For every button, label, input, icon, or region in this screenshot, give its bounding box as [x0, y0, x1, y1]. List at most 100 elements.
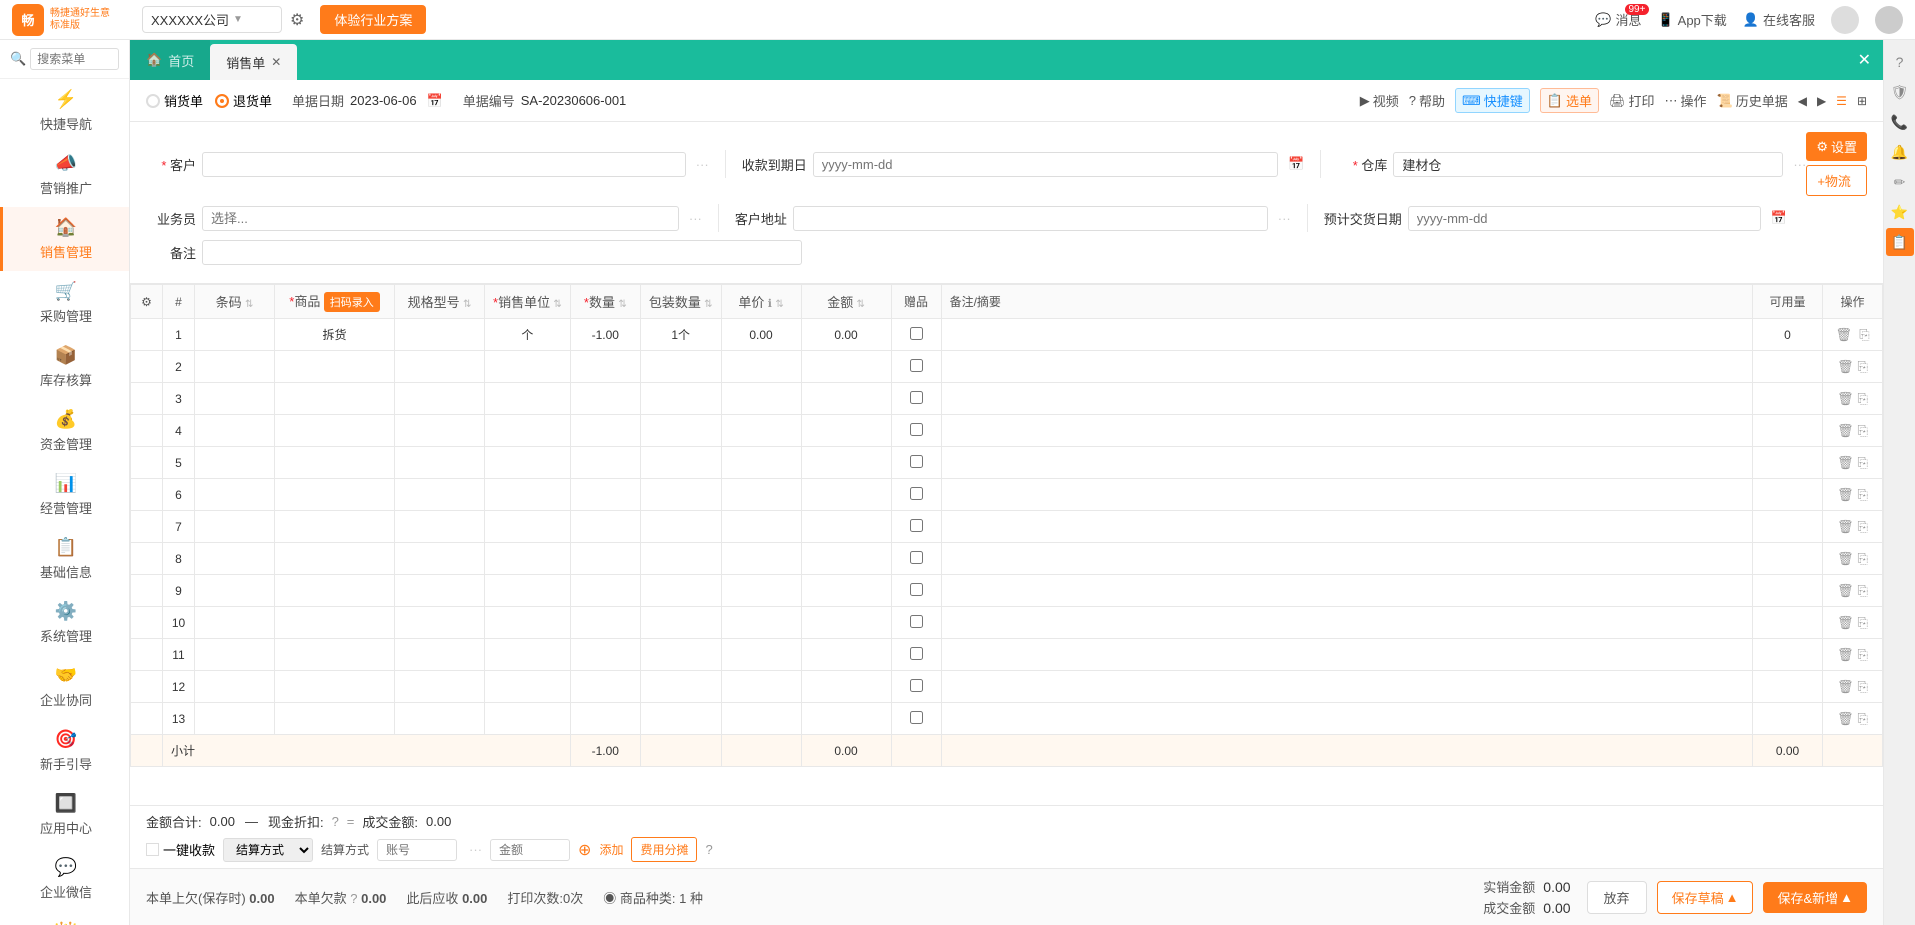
add-circle-icon[interactable]: ⊕: [578, 840, 591, 860]
gift-checkbox[interactable]: [910, 615, 923, 628]
sort-pkg-icon[interactable]: ⇅: [704, 299, 712, 310]
expense-button[interactable]: 费用分摊: [631, 837, 697, 862]
sidebar-item-wechat[interactable]: 💬 企业微信: [0, 847, 129, 911]
customer-dots[interactable]: ···: [696, 157, 709, 172]
copy-icon[interactable]: ⎘: [1858, 391, 1868, 406]
copy-icon[interactable]: ⎘: [1858, 455, 1868, 470]
salesperson-input[interactable]: [202, 206, 679, 231]
scan-button[interactable]: 扫码录入: [324, 292, 380, 312]
settings-button[interactable]: ⚙ 设置: [1806, 132, 1867, 161]
customer-input[interactable]: [202, 152, 686, 177]
delete-icon[interactable]: 🗑: [1837, 423, 1854, 438]
gift-checkbox[interactable]: [910, 455, 923, 468]
toolbar-list-view[interactable]: ☰: [1836, 94, 1847, 108]
copy-icon[interactable]: ⎘: [1858, 359, 1868, 374]
payment-date-input[interactable]: [813, 152, 1279, 177]
gift-checkbox[interactable]: [910, 679, 923, 692]
sort-price-icon[interactable]: ⇅: [775, 299, 783, 310]
sidebar-item-member[interactable]: 👑 畅会员: [0, 911, 129, 925]
tab-sales-order[interactable]: 销售单 ✕: [210, 44, 297, 80]
cell-unit-1[interactable]: 个: [485, 319, 571, 351]
save-draft-button[interactable]: 保存草稿 ▲: [1657, 881, 1754, 914]
sidebar-item-purchase[interactable]: 🛒 采购管理: [0, 271, 129, 335]
sidebar-item-inventory[interactable]: 📦 库存核算: [0, 335, 129, 399]
cell-pkg-1[interactable]: 1个: [640, 319, 721, 351]
copy-icon[interactable]: ⎘: [1858, 551, 1868, 566]
product-type-icon[interactable]: ◉: [603, 891, 616, 906]
toolbar-operate[interactable]: ⋯ 操作: [1664, 91, 1706, 110]
gift-checkbox[interactable]: [910, 711, 923, 724]
online-service-item[interactable]: 👤 在线客服: [1743, 10, 1815, 29]
sort-qty-icon[interactable]: ⇅: [618, 299, 626, 310]
copy-icon-1[interactable]: ⎘: [1859, 327, 1869, 342]
cell-product-1[interactable]: 拆货: [275, 319, 395, 351]
delete-icon-1[interactable]: 🗑: [1835, 327, 1852, 342]
payment-checkbox-label[interactable]: 一键收款: [146, 840, 215, 859]
cell-amount-1[interactable]: 0.00: [801, 319, 891, 351]
right-panel-phone[interactable]: 📞: [1886, 108, 1914, 136]
tab-home[interactable]: 🏠 首页: [130, 40, 210, 80]
sidebar-item-apps[interactable]: 🔲 应用中心: [0, 783, 129, 847]
gift-checkbox[interactable]: [910, 487, 923, 500]
delete-icon[interactable]: 🗑: [1837, 615, 1854, 630]
payment-calendar-icon[interactable]: 📅: [1288, 156, 1304, 172]
toolbar-next[interactable]: ▶: [1817, 94, 1826, 108]
payment-account-input[interactable]: [377, 839, 457, 861]
copy-icon[interactable]: ⎘: [1858, 519, 1868, 534]
delete-icon[interactable]: 🗑: [1837, 519, 1854, 534]
sort-amount-icon[interactable]: ⇅: [857, 299, 865, 310]
gift-checkbox[interactable]: [910, 519, 923, 532]
address-dots[interactable]: ···: [1278, 211, 1291, 226]
message-item[interactable]: 💬 消息 99+: [1595, 10, 1641, 29]
toolbar-help[interactable]: ? 帮助: [1409, 91, 1445, 110]
copy-icon[interactable]: ⎘: [1858, 487, 1868, 502]
sidebar-item-finance[interactable]: 💰 资金管理: [0, 399, 129, 463]
right-panel-star[interactable]: ⭐: [1886, 198, 1914, 226]
sidebar-item-system[interactable]: ⚙️ 系统管理: [0, 591, 129, 655]
avatar-2[interactable]: [1875, 6, 1903, 34]
gift-checkbox-1[interactable]: [910, 327, 923, 340]
app-download-item[interactable]: 📱 App下载: [1657, 10, 1726, 29]
delete-icon[interactable]: 🗑: [1837, 679, 1854, 694]
avatar[interactable]: [1831, 6, 1859, 34]
expense-help-icon[interactable]: ?: [705, 842, 712, 857]
payment-method-select[interactable]: 结算方式: [223, 838, 313, 862]
sort-unit-icon[interactable]: ⇅: [553, 299, 561, 310]
sidebar-item-sales[interactable]: 🏠 销售管理: [0, 207, 129, 271]
warehouse-input[interactable]: [1393, 152, 1783, 177]
toolbar-prev[interactable]: ◀: [1798, 94, 1807, 108]
delivery-calendar-icon[interactable]: 📅: [1771, 210, 1787, 226]
search-input[interactable]: [30, 48, 119, 70]
sidebar-item-guide[interactable]: 🎯 新手引导: [0, 719, 129, 783]
sort-barcode-icon[interactable]: ⇅: [245, 299, 253, 310]
sidebar-item-enterprise[interactable]: 🤝 企业协同: [0, 655, 129, 719]
radio-sales[interactable]: 销货单: [146, 91, 203, 110]
salesperson-dots[interactable]: ···: [689, 211, 702, 226]
right-panel-edit[interactable]: ✏: [1886, 168, 1914, 196]
delete-icon[interactable]: 🗑: [1837, 583, 1854, 598]
copy-icon[interactable]: ⎘: [1858, 615, 1868, 630]
warehouse-dots[interactable]: ···: [1793, 157, 1806, 172]
delete-icon[interactable]: 🗑: [1837, 487, 1854, 502]
sidebar-item-marketing[interactable]: 📣 营销推广: [0, 143, 129, 207]
copy-icon[interactable]: ⎘: [1858, 711, 1868, 726]
account-dots[interactable]: ···: [469, 842, 482, 857]
payment-amount-input[interactable]: [490, 839, 570, 861]
gift-checkbox[interactable]: [910, 423, 923, 436]
gift-checkbox[interactable]: [910, 647, 923, 660]
logistics-button[interactable]: +物流: [1806, 165, 1867, 196]
calendar-icon[interactable]: 📅: [427, 93, 443, 109]
cell-qty-1[interactable]: -1.00: [570, 319, 640, 351]
th-settings[interactable]: ⚙: [131, 285, 163, 319]
gift-checkbox[interactable]: [910, 359, 923, 372]
copy-icon[interactable]: ⎘: [1858, 583, 1868, 598]
toolbar-print[interactable]: 🖨 打印: [1609, 91, 1655, 110]
toolbar-video[interactable]: ▶ 视频: [1360, 91, 1399, 110]
cell-spec-1[interactable]: [395, 319, 485, 351]
settings-icon[interactable]: ⚙: [290, 10, 304, 30]
cell-barcode-1[interactable]: [195, 319, 275, 351]
address-input[interactable]: [793, 206, 1268, 231]
right-panel-bell[interactable]: 🔔: [1886, 138, 1914, 166]
owe-help-icon[interactable]: ?: [350, 891, 357, 906]
right-panel-shield[interactable]: 🛡: [1886, 78, 1914, 106]
